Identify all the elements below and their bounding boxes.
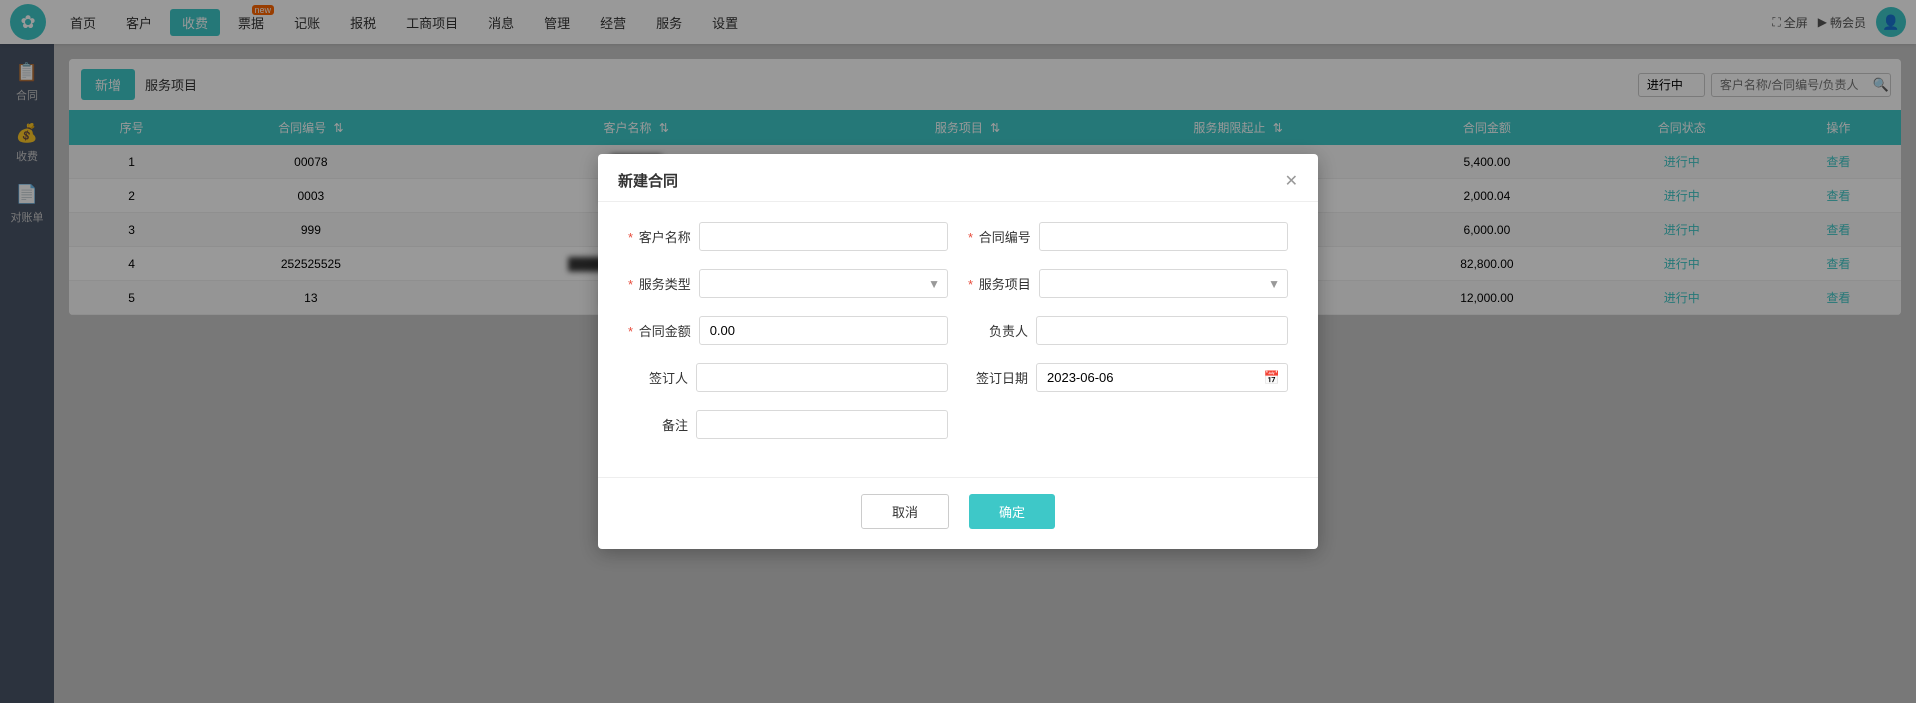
remark-input[interactable] bbox=[696, 410, 948, 439]
field-customer-name: * 客户名称 bbox=[628, 222, 948, 251]
field-service-type: * 服务类型 ▼ bbox=[628, 269, 948, 298]
service-item-select-wrapper: ▼ bbox=[1039, 269, 1288, 298]
service-item-select[interactable] bbox=[1039, 269, 1288, 298]
amount-input[interactable] bbox=[699, 316, 948, 345]
modal-title: 新建合同 bbox=[618, 170, 678, 191]
service-type-label: * 服务类型 bbox=[628, 274, 691, 293]
cancel-button[interactable]: 取消 bbox=[861, 494, 949, 529]
sign-date-input[interactable] bbox=[1036, 363, 1288, 392]
contract-no-input[interactable] bbox=[1039, 222, 1288, 251]
modal-footer: 取消 确定 bbox=[598, 477, 1318, 549]
form-row-3: * 合同金额 负责人 bbox=[628, 316, 1288, 345]
form-row-1: * 客户名称 * 合同编号 bbox=[628, 222, 1288, 251]
field-contract-no: * 合同编号 bbox=[968, 222, 1288, 251]
new-contract-modal: 新建合同 ✕ * 客户名称 bbox=[598, 154, 1318, 549]
main-layout: 📋 合同 💰 收费 📄 对账单 新增 服务项目 进行中 已结束 bbox=[0, 44, 1916, 703]
service-item-label: * 服务项目 bbox=[968, 274, 1031, 293]
field-owner: 负责人 bbox=[968, 316, 1288, 345]
amount-label: * 合同金额 bbox=[628, 321, 691, 340]
sign-date-wrapper: 📅 bbox=[1036, 363, 1288, 392]
contract-no-label: * 合同编号 bbox=[968, 227, 1031, 246]
field-sign-date: 签订日期 📅 bbox=[968, 363, 1288, 392]
service-type-select[interactable] bbox=[699, 269, 948, 298]
modal-body: * 客户名称 * 合同编号 bbox=[598, 202, 1318, 477]
customer-name-input[interactable] bbox=[699, 222, 948, 251]
form-row-2: * 服务类型 ▼ * bbox=[628, 269, 1288, 298]
customer-name-label: * 客户名称 bbox=[628, 227, 691, 246]
confirm-button[interactable]: 确定 bbox=[969, 494, 1055, 529]
form-row-5: 备注 bbox=[628, 410, 1288, 439]
field-signer: 签订人 bbox=[628, 363, 948, 392]
form-row-4: 签订人 签订日期 📅 bbox=[628, 363, 1288, 392]
field-remark: 备注 bbox=[628, 410, 948, 439]
modal-header: 新建合同 ✕ bbox=[598, 154, 1318, 202]
owner-label: 负责人 bbox=[968, 321, 1028, 340]
field-amount: * 合同金额 bbox=[628, 316, 948, 345]
signer-input[interactable] bbox=[696, 363, 948, 392]
content-area: 新增 服务项目 进行中 已结束 全部 🔍 bbox=[54, 44, 1916, 703]
sign-date-label: 签订日期 bbox=[968, 368, 1028, 387]
owner-input[interactable] bbox=[1036, 316, 1288, 345]
service-type-select-wrapper: ▼ bbox=[699, 269, 948, 298]
field-service-item: * 服务项目 ▼ bbox=[968, 269, 1288, 298]
modal-close-button[interactable]: ✕ bbox=[1285, 171, 1298, 191]
modal-overlay: 新建合同 ✕ * 客户名称 bbox=[54, 44, 1916, 703]
signer-label: 签订人 bbox=[628, 368, 688, 387]
remark-label: 备注 bbox=[628, 415, 688, 434]
